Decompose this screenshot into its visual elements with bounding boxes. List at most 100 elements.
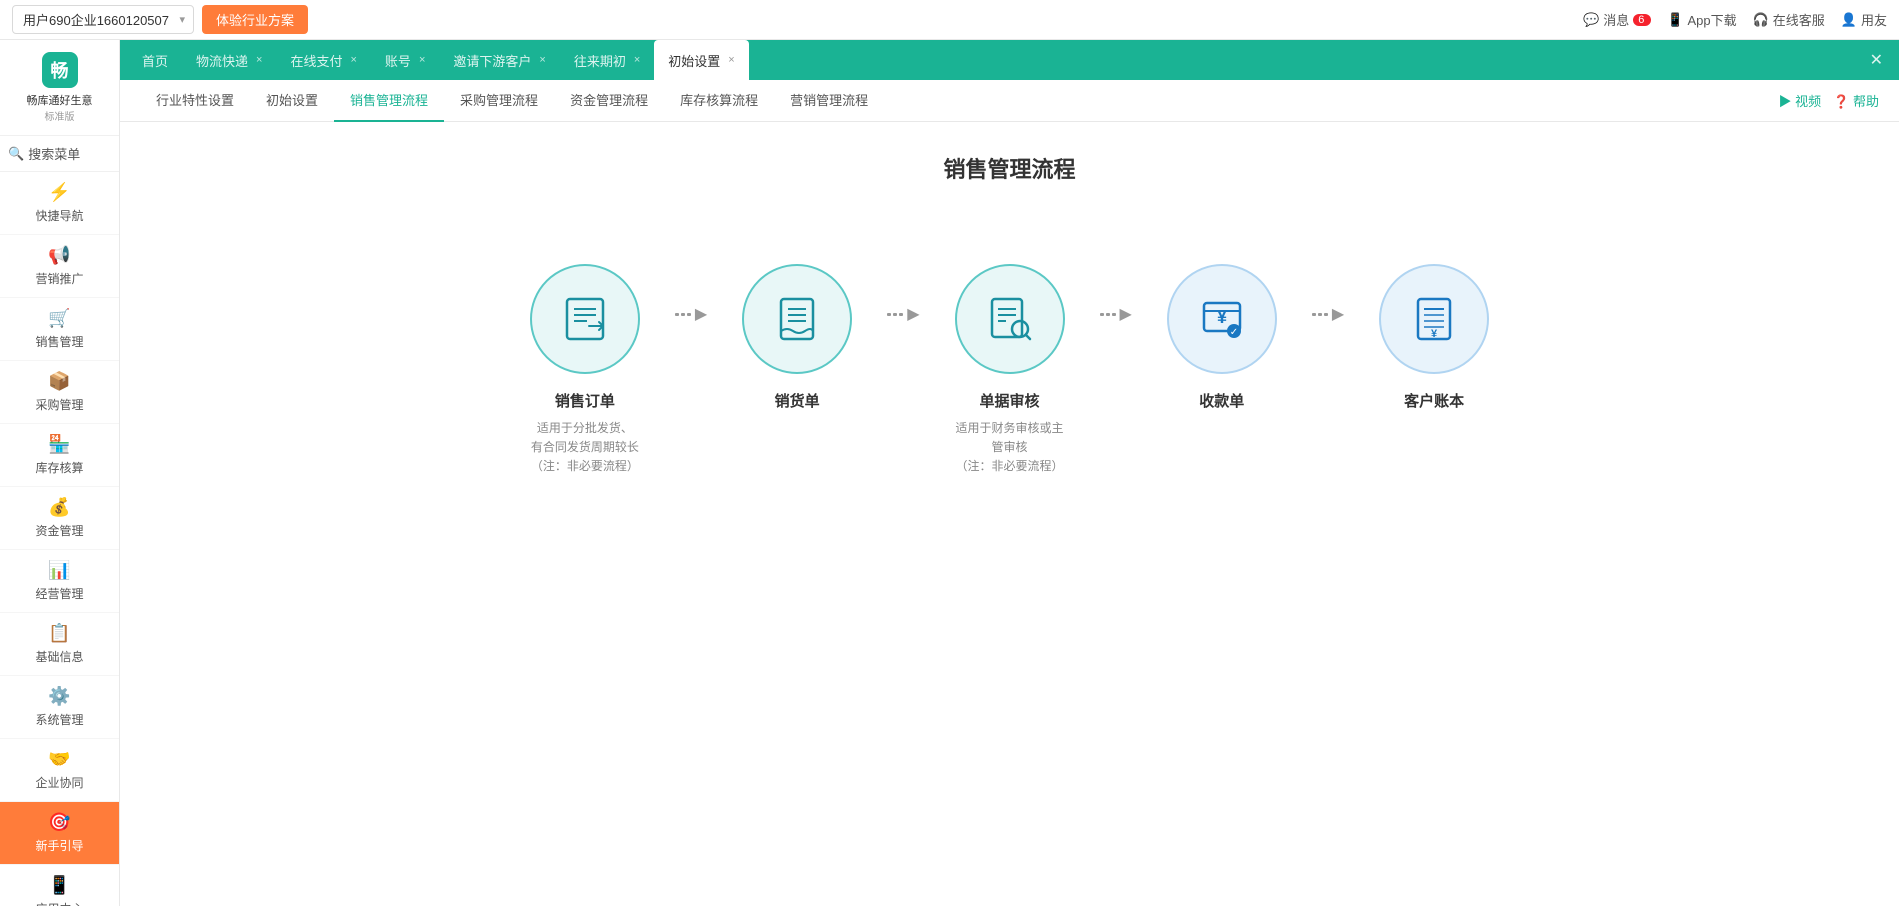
flow-circle-sales-invoice bbox=[742, 264, 852, 374]
sidebar-item-finance-mgmt[interactable]: 💰 资金管理 bbox=[0, 487, 119, 550]
sidebar-item-enterprise-collab[interactable]: 🤝 企业协同 bbox=[0, 739, 119, 802]
flow-step-collection[interactable]: ¥ ✓ 收款单 bbox=[1132, 264, 1312, 419]
close-icon[interactable]: × bbox=[350, 54, 356, 66]
message-label: 消息 bbox=[1603, 10, 1629, 29]
sidebar-item-label: 资金管理 bbox=[35, 522, 83, 539]
page-tab-finance-flow[interactable]: 资金管理流程 bbox=[554, 80, 664, 122]
page-tab-label: 初始设置 bbox=[266, 90, 318, 109]
sidebar-item-app-center[interactable]: 📱 应用中心 bbox=[0, 865, 119, 906]
flow-desc-sales-order: 适用于分批发货、有合同发货周期较长（注：非必要流程） bbox=[531, 419, 639, 477]
close-icon[interactable]: × bbox=[256, 54, 262, 66]
svg-text:¥: ¥ bbox=[1431, 328, 1438, 340]
flow-step-doc-review[interactable]: 单据审核 适用于财务审核或主管审核（注：非必要流程） bbox=[920, 264, 1100, 477]
sidebar-item-sales-mgmt[interactable]: 🛒 销售管理 bbox=[0, 298, 119, 361]
nav-tab-initial-setup[interactable]: 初始设置 × bbox=[654, 40, 748, 80]
logo-name: 畅库通好生意 bbox=[27, 92, 93, 108]
flow-circle-collection: ¥ ✓ bbox=[1167, 264, 1277, 374]
video-btn[interactable]: ▶ 视频 bbox=[1779, 91, 1822, 110]
user-name-label: 用友 bbox=[1861, 10, 1887, 29]
flow-label-customer-ledger: 客户账本 bbox=[1404, 390, 1464, 411]
nav-tab-past-period[interactable]: 往来期初 × bbox=[560, 40, 654, 80]
flow-step-sales-order[interactable]: 销售订单 适用于分批发货、有合同发货周期较长（注：非必要流程） bbox=[495, 264, 675, 477]
nav-tab-online-payment[interactable]: 在线支付 × bbox=[276, 40, 370, 80]
nav-tab-label: 往来期初 bbox=[574, 51, 626, 70]
nav-tab-label: 初始设置 bbox=[668, 51, 720, 70]
flow-step-customer-ledger[interactable]: ¥ 客户账本 bbox=[1344, 264, 1524, 419]
close-icon[interactable]: × bbox=[728, 54, 734, 66]
industry-btn[interactable]: 体验行业方案 bbox=[202, 5, 308, 34]
top-bar: 用户690企业1660120507 体验行业方案 💬 消息 6 📱 App下载 … bbox=[0, 0, 1899, 40]
sidebar-item-basic-info[interactable]: 📋 基础信息 bbox=[0, 613, 119, 676]
page-tab-label: 行业特性设置 bbox=[156, 90, 234, 109]
nav-tabs: 首页 物流快递 × 在线支付 × 账号 × 邀请下游客户 × 往来期初 × bbox=[120, 40, 1899, 80]
arrow-1: ▶ bbox=[675, 264, 707, 324]
page-tab-marketing-flow[interactable]: 营销管理流程 bbox=[774, 80, 884, 122]
sidebar-item-new-user-guide[interactable]: 🎯 新手引导 bbox=[0, 802, 119, 865]
search-icon: 🔍 bbox=[8, 146, 24, 162]
nav-tab-invite[interactable]: 邀请下游客户 × bbox=[439, 40, 559, 80]
flow-label-doc-review: 单据审核 bbox=[979, 390, 1039, 411]
flow-label-sales-invoice: 销货单 bbox=[775, 390, 820, 411]
user-selector[interactable]: 用户690企业1660120507 bbox=[12, 5, 194, 34]
sales-icon: 🛒 bbox=[48, 308, 70, 329]
sidebar-item-label: 采购管理 bbox=[35, 396, 83, 413]
nav-tab-label: 首页 bbox=[142, 51, 168, 70]
page-tab-initial-setup[interactable]: 初始设置 bbox=[250, 80, 334, 122]
sidebar-item-purchase-mgmt[interactable]: 📦 采购管理 bbox=[0, 361, 119, 424]
system-icon: ⚙️ bbox=[48, 686, 70, 707]
nav-tab-account[interactable]: 账号 × bbox=[371, 40, 439, 80]
page-title: 销售管理流程 bbox=[160, 152, 1859, 184]
avatar-icon: 👤 bbox=[1841, 12, 1857, 28]
message-btn[interactable]: 💬 消息 6 bbox=[1583, 10, 1651, 29]
page-tab-label: 库存核算流程 bbox=[680, 90, 758, 109]
user-avatar-btn[interactable]: 👤 用友 bbox=[1841, 10, 1887, 29]
help-btn[interactable]: ❓ 帮助 bbox=[1833, 91, 1879, 110]
close-icon[interactable]: × bbox=[419, 54, 425, 66]
sidebar-item-label: 营销推广 bbox=[35, 270, 83, 287]
sidebar-item-system-mgmt[interactable]: ⚙️ 系统管理 bbox=[0, 676, 119, 739]
sidebar-item-marketing-promo[interactable]: 📢 营销推广 bbox=[0, 235, 119, 298]
basic-info-icon: 📋 bbox=[48, 623, 70, 644]
page-tab-sales-flow[interactable]: 销售管理流程 bbox=[334, 80, 444, 122]
sidebar: 畅 畅库通好生意 标准版 🔍 搜索菜单 ⚡ 快捷导航 📢 营销推广 🛒 销售管理… bbox=[0, 40, 120, 906]
sidebar-item-label: 库存核算 bbox=[35, 459, 83, 476]
sidebar-logo: 畅 畅库通好生意 标准版 bbox=[0, 40, 119, 136]
help-label: 帮助 bbox=[1853, 94, 1879, 109]
nav-tab-label: 在线支付 bbox=[290, 51, 342, 70]
nav-tab-home[interactable]: 首页 bbox=[128, 40, 182, 80]
online-service-btn[interactable]: 🎧 在线客服 bbox=[1753, 10, 1825, 29]
close-all-tabs-btn[interactable]: ✕ bbox=[1862, 50, 1891, 70]
sidebar-item-operations-mgmt[interactable]: 📊 经营管理 bbox=[0, 550, 119, 613]
nav-tab-label: 账号 bbox=[385, 51, 411, 70]
sidebar-item-label: 基础信息 bbox=[35, 648, 83, 665]
sidebar-item-quick-nav[interactable]: ⚡ 快捷导航 bbox=[0, 172, 119, 235]
page-tab-inventory-flow[interactable]: 库存核算流程 bbox=[664, 80, 774, 122]
app-center-icon: 📱 bbox=[48, 875, 70, 896]
flow-step-sales-invoice[interactable]: 销货单 bbox=[707, 264, 887, 419]
close-icon[interactable]: × bbox=[634, 54, 640, 66]
page-tab-label: 销售管理流程 bbox=[350, 90, 428, 109]
online-service-label: 在线客服 bbox=[1773, 10, 1825, 29]
sidebar-search[interactable]: 🔍 搜索菜单 bbox=[0, 136, 119, 172]
nav-tab-logistics[interactable]: 物流快递 × bbox=[182, 40, 276, 80]
collab-icon: 🤝 bbox=[48, 749, 70, 770]
user-label: 用户690企业1660120507 bbox=[23, 10, 169, 29]
page-tabs-actions: ▶ 视频 ❓ 帮助 bbox=[1779, 91, 1879, 110]
operations-icon: 📊 bbox=[48, 560, 70, 581]
sidebar-item-label: 快捷导航 bbox=[35, 207, 83, 224]
page-tab-purchase-flow[interactable]: 采购管理流程 bbox=[444, 80, 554, 122]
headset-icon: 🎧 bbox=[1753, 12, 1769, 28]
sidebar-item-label: 新手引导 bbox=[35, 837, 83, 854]
logo-icon: 畅 bbox=[42, 52, 78, 88]
page-tabs: 行业特性设置 初始设置 销售管理流程 采购管理流程 资金管理流程 库存核算流程 … bbox=[120, 80, 1899, 122]
sidebar-item-inventory[interactable]: 🏪 库存核算 bbox=[0, 424, 119, 487]
page-tab-label: 资金管理流程 bbox=[570, 90, 648, 109]
app-download-btn[interactable]: 📱 App下载 bbox=[1667, 10, 1736, 29]
flow-desc-doc-review: 适用于财务审核或主管审核（注：非必要流程） bbox=[955, 419, 1063, 477]
quick-nav-icon: ⚡ bbox=[48, 182, 70, 203]
close-icon[interactable]: × bbox=[539, 54, 545, 66]
flow-circle-sales-order bbox=[530, 264, 640, 374]
page-tab-industry-feature[interactable]: 行业特性设置 bbox=[140, 80, 250, 122]
arrow-3: ▶ bbox=[1100, 264, 1132, 324]
finance-icon: 💰 bbox=[48, 497, 70, 518]
